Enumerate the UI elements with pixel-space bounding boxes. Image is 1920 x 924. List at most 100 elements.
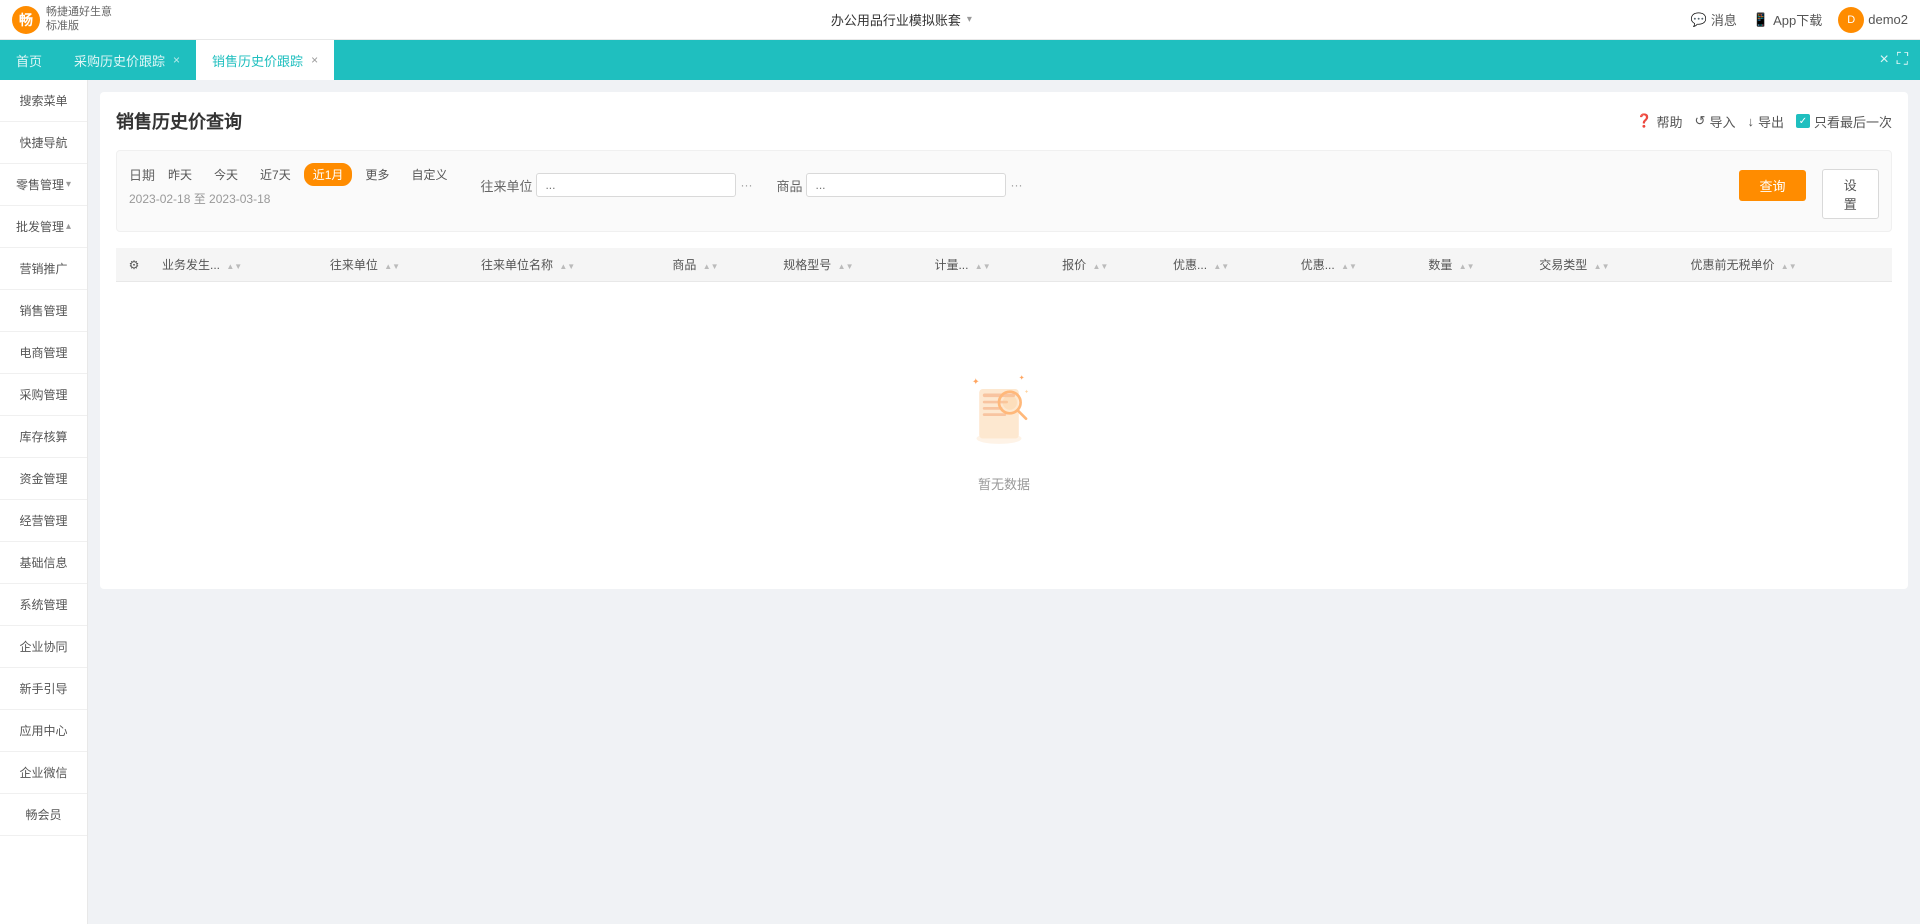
filter-buttons: 查询 <box>1739 170 1805 201</box>
user-menu[interactable]: D demo2 <box>1838 7 1908 33</box>
partner-input[interactable] <box>536 173 736 197</box>
fullscreen-button[interactable]: ⛶ <box>1897 51 1908 69</box>
product-input[interactable] <box>806 173 1006 197</box>
tab-bar-actions: × ⛶ <box>1879 51 1920 69</box>
sort-icon: ▲▼ <box>838 263 854 271</box>
sidebar-item-finance-mgmt[interactable]: 资金管理 <box>0 458 87 500</box>
sidebar-item-new-guide[interactable]: 新手引导 <box>0 668 87 710</box>
tab-sales-history[interactable]: 销售历史价跟踪 × <box>196 40 334 80</box>
sort-icon: ▲▼ <box>1781 263 1797 271</box>
sort-icon: ▲▼ <box>226 263 242 271</box>
date-more-btn[interactable]: 更多 <box>356 163 398 186</box>
export-button[interactable]: ↓ 导出 <box>1747 112 1784 131</box>
date-label: 日期 <box>129 165 155 184</box>
chevron-down-icon: ▾ <box>66 179 71 190</box>
sidebar-item-retail-mgmt[interactable]: 零售管理 ▾ <box>0 164 87 206</box>
svg-text:✦: ✦ <box>1024 390 1029 396</box>
table-col-trade-type[interactable]: 交易类型 ▲▼ <box>1529 248 1680 282</box>
date-last1month-btn[interactable]: 近1月 <box>304 163 353 186</box>
sidebar-item-wholesale-mgmt[interactable]: 批发管理 ▴ <box>0 206 87 248</box>
empty-state: ✦ ✦ ✦ 暂无数据 <box>116 282 1892 573</box>
sidebar-item-marketing[interactable]: 营销推广 <box>0 248 87 290</box>
only-last-checkbox[interactable]: ✓ <box>1796 114 1810 128</box>
table-head: ⚙ 业务发生... ▲▼ 往来单位 ▲▼ <box>116 248 1892 282</box>
message-button[interactable]: 💬 消息 <box>1691 10 1737 29</box>
help-icon: ❓ <box>1636 113 1652 129</box>
date-today-btn[interactable]: 今天 <box>205 163 247 186</box>
table-col-spec[interactable]: 规格型号 ▲▼ <box>773 248 924 282</box>
table-col-discount1[interactable]: 优惠... ▲▼ <box>1163 248 1291 282</box>
table-col-quantity[interactable]: 数量 ▲▼ <box>1418 248 1529 282</box>
sidebar-item-vip-member[interactable]: 畅会员 <box>0 794 87 836</box>
sidebar-item-basic-info[interactable]: 基础信息 <box>0 542 87 584</box>
table-col-partner-name[interactable]: 往来单位名称 ▲▼ <box>471 248 662 282</box>
import-button[interactable]: ↺ 导入 <box>1695 112 1736 131</box>
empty-text: 暂无数据 <box>978 474 1030 493</box>
sort-icon: ▲▼ <box>1594 263 1610 271</box>
sidebar-item-sales-mgmt[interactable]: 销售管理 <box>0 290 87 332</box>
partner-label: 往来单位 <box>480 176 532 195</box>
sidebar-item-quick-nav[interactable]: 快捷导航 <box>0 122 87 164</box>
sidebar-item-inventory[interactable]: 库存核算 <box>0 416 87 458</box>
table-col-pre-tax-price[interactable]: 优惠前无税单价 ▲▼ <box>1680 248 1892 282</box>
close-all-tabs-button[interactable]: × <box>1879 51 1888 69</box>
sidebar-item-sys-mgmt[interactable]: 系统管理 <box>0 584 87 626</box>
page-title: 销售历史价查询 <box>116 108 242 134</box>
data-table: ⚙ 业务发生... ▲▼ 往来单位 ▲▼ <box>116 248 1892 282</box>
import-icon: ↺ <box>1695 113 1706 129</box>
table-col-discount2[interactable]: 优惠... ▲▼ <box>1291 248 1419 282</box>
top-bar-center[interactable]: 办公用品行业模拟账套 ▾ <box>831 10 972 29</box>
gear-icon[interactable]: ⚙ <box>129 258 140 272</box>
product-more-icon[interactable]: ··· <box>1010 178 1022 192</box>
app-download-button[interactable]: 📱 App下载 <box>1753 10 1822 29</box>
dropdown-arrow-icon[interactable]: ▾ <box>967 14 972 25</box>
date-custom-btn[interactable]: 自定义 <box>402 163 456 186</box>
content-area: 销售历史价查询 ❓ 帮助 ↺ 导入 ↓ 导出 <box>88 80 1920 924</box>
avatar: D <box>1838 7 1864 33</box>
settings-button[interactable]: 设置 <box>1822 169 1880 219</box>
partner-more-icon[interactable]: ··· <box>740 178 752 192</box>
product-label: 商品 <box>776 176 802 195</box>
query-button[interactable]: 查询 <box>1739 170 1805 201</box>
date-last7days-btn[interactable]: 近7天 <box>251 163 300 186</box>
page-actions: ❓ 帮助 ↺ 导入 ↓ 导出 ✓ <box>1636 112 1892 131</box>
only-last-checkbox-area[interactable]: ✓ 只看最后一次 <box>1796 112 1892 131</box>
table-col-biz-date[interactable]: 业务发生... ▲▼ <box>152 248 320 282</box>
sidebar-item-search-menu[interactable]: 搜索菜单 <box>0 80 87 122</box>
svg-text:✦: ✦ <box>972 377 980 387</box>
table-col-product[interactable]: 商品 ▲▼ <box>662 248 773 282</box>
page-header: 销售历史价查询 ❓ 帮助 ↺ 导入 ↓ 导出 <box>116 108 1892 134</box>
chevron-up-icon: ▴ <box>66 221 71 232</box>
table-container: ⚙ 业务发生... ▲▼ 往来单位 ▲▼ <box>116 248 1892 573</box>
table-col-unit[interactable]: 计量... ▲▼ <box>924 248 1052 282</box>
sidebar-item-ecommerce-mgmt[interactable]: 电商管理 <box>0 332 87 374</box>
account-label: 办公用品行业模拟账套 <box>831 10 961 29</box>
main-layout: 搜索菜单 快捷导航 零售管理 ▾ 批发管理 ▴ 营销推广 销售管理 电商管理 采… <box>0 80 1920 924</box>
page-card: 销售历史价查询 ❓ 帮助 ↺ 导入 ↓ 导出 <box>100 92 1908 589</box>
export-icon: ↓ <box>1747 114 1754 129</box>
sort-icon: ▲▼ <box>1341 263 1357 271</box>
help-button[interactable]: ❓ 帮助 <box>1636 112 1682 131</box>
sidebar-item-purchase-mgmt[interactable]: 采购管理 <box>0 374 87 416</box>
table-col-quote[interactable]: 报价 ▲▼ <box>1052 248 1163 282</box>
sidebar-item-enterprise-wechat[interactable]: 企业微信 <box>0 752 87 794</box>
sidebar-item-enterprise-collab[interactable]: 企业协同 <box>0 626 87 668</box>
logo-text: 畅捷通好生意 标准版 <box>46 6 112 32</box>
sort-icon: ▲▼ <box>1213 263 1229 271</box>
table-col-partner-code[interactable]: 往来单位 ▲▼ <box>320 248 471 282</box>
close-sales-tab-icon[interactable]: × <box>311 53 318 67</box>
date-yesterday-btn[interactable]: 昨天 <box>159 163 201 186</box>
close-purchase-tab-icon[interactable]: × <box>173 53 180 67</box>
table-col-gear[interactable]: ⚙ <box>116 248 152 282</box>
tab-home[interactable]: 首页 <box>0 40 58 80</box>
partner-filter-inline: 往来单位 ··· <box>480 173 752 197</box>
sidebar-item-ops-mgmt[interactable]: 经营管理 <box>0 500 87 542</box>
filter-row: 日期 昨天 今天 近7天 近1月 更多 自定义 2023- <box>129 163 1806 207</box>
svg-text:✦: ✦ <box>1019 373 1025 382</box>
tab-purchase-history[interactable]: 采购历史价跟踪 × <box>58 40 196 80</box>
settings-row: 设置 <box>1822 169 1880 219</box>
tab-bar: 首页 采购历史价跟踪 × 销售历史价跟踪 × × ⛶ <box>0 40 1920 80</box>
product-filter-inline: 商品 ··· <box>776 173 1022 197</box>
partner-filter-cell: 往来单位 ··· <box>480 173 752 197</box>
sidebar-item-app-center[interactable]: 应用中心 <box>0 710 87 752</box>
